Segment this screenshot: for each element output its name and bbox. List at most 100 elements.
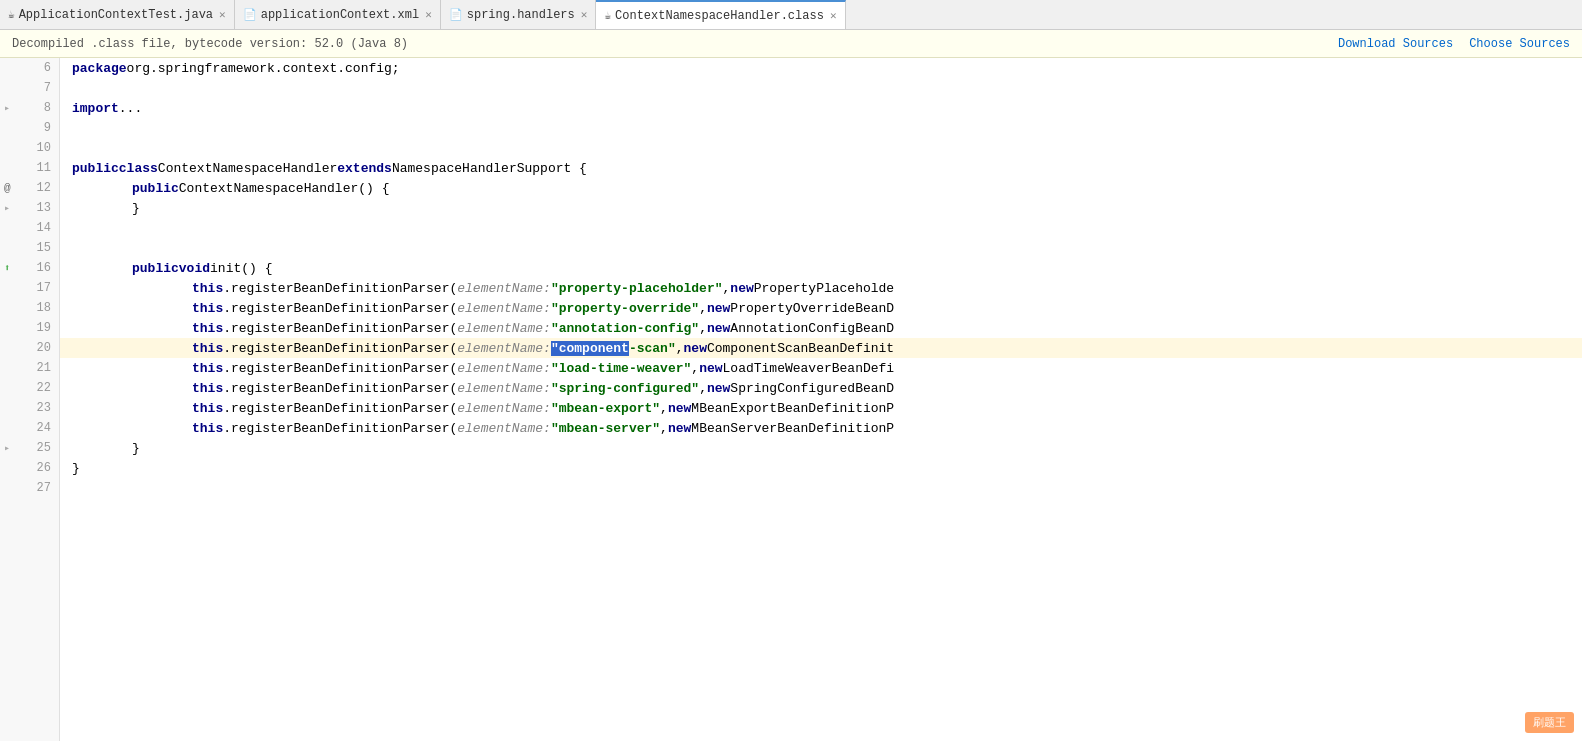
token: new bbox=[707, 381, 730, 396]
tab-app-context-xml[interactable]: 📄 applicationContext.xml ✕ bbox=[235, 0, 441, 30]
code-line bbox=[60, 238, 1582, 258]
code-line bbox=[60, 478, 1582, 498]
token: new bbox=[699, 361, 722, 376]
token: this bbox=[192, 281, 223, 296]
token: new bbox=[707, 301, 730, 316]
selected-token: "component bbox=[551, 341, 629, 356]
close-icon[interactable]: ✕ bbox=[425, 8, 432, 21]
token: -scan" bbox=[629, 341, 676, 356]
token: .registerBeanDefinitionParser( bbox=[223, 321, 457, 336]
line-numbers: 67▸891011@12▸131415⬆161718192021222324▸2… bbox=[0, 58, 60, 741]
token: init() { bbox=[210, 261, 272, 276]
line-number: 19 bbox=[0, 318, 59, 338]
line-number: 9 bbox=[0, 118, 59, 138]
token: "mbean-server" bbox=[551, 421, 660, 436]
code-line: this.registerBeanDefinitionParser(elemen… bbox=[60, 278, 1582, 298]
tab-context-namespace[interactable]: ☕ ContextNamespaceHandler.class ✕ bbox=[596, 0, 845, 30]
code-line: import ... bbox=[60, 98, 1582, 118]
tab-label: ApplicationContextTest.java bbox=[19, 8, 213, 22]
token: .registerBeanDefinitionParser( bbox=[223, 361, 457, 376]
token: this bbox=[192, 401, 223, 416]
code-line: package org.springframework.context.conf… bbox=[60, 58, 1582, 78]
source-links: Download Sources Choose Sources bbox=[1338, 37, 1570, 51]
close-icon[interactable]: ✕ bbox=[219, 8, 226, 21]
tab-label: spring.handlers bbox=[467, 8, 575, 22]
token: "annotation-config" bbox=[551, 321, 699, 336]
line-number: ⬆16 bbox=[0, 258, 59, 278]
tab-app-context-test[interactable]: ☕ ApplicationContextTest.java ✕ bbox=[0, 0, 235, 30]
java-icon: ☕ bbox=[8, 8, 15, 21]
code-area: 67▸891011@12▸131415⬆161718192021222324▸2… bbox=[0, 58, 1582, 741]
tab-label: ContextNamespaceHandler.class bbox=[615, 9, 824, 23]
code-content[interactable]: package org.springframework.context.conf… bbox=[60, 58, 1582, 741]
token: .registerBeanDefinitionParser( bbox=[223, 281, 457, 296]
line-number: 17 bbox=[0, 278, 59, 298]
code-line: public void init() { bbox=[60, 258, 1582, 278]
code-line: } bbox=[60, 438, 1582, 458]
token: } bbox=[132, 441, 140, 456]
line-number: 7 bbox=[0, 78, 59, 98]
token: .registerBeanDefinitionParser( bbox=[223, 401, 457, 416]
code-line: this.registerBeanDefinitionParser(elemen… bbox=[60, 338, 1582, 358]
close-icon[interactable]: ✕ bbox=[581, 8, 588, 21]
token: public bbox=[132, 181, 179, 196]
token: org.springframework.context.config; bbox=[127, 61, 400, 76]
line-number: 10 bbox=[0, 138, 59, 158]
token: new bbox=[684, 341, 707, 356]
tab-spring-handlers[interactable]: 📄 spring.handlers ✕ bbox=[441, 0, 597, 30]
token: , bbox=[699, 301, 707, 316]
line-number: 11 bbox=[0, 158, 59, 178]
token: elementName: bbox=[457, 321, 551, 336]
token: .registerBeanDefinitionParser( bbox=[223, 381, 457, 396]
token: MBeanServerBeanDefinitionP bbox=[691, 421, 894, 436]
token: , bbox=[660, 421, 668, 436]
download-sources-link[interactable]: Download Sources bbox=[1338, 37, 1453, 51]
line-number: 18 bbox=[0, 298, 59, 318]
token: elementName: bbox=[457, 281, 551, 296]
token: ... bbox=[119, 101, 142, 116]
line-number: ▸8 bbox=[0, 98, 59, 118]
token: PropertyPlaceholde bbox=[754, 281, 894, 296]
decompile-info: Decompiled .class file, bytecode version… bbox=[12, 37, 408, 51]
choose-sources-link[interactable]: Choose Sources bbox=[1469, 37, 1570, 51]
token: "mbean-export" bbox=[551, 401, 660, 416]
token: ContextNamespaceHandler() { bbox=[179, 181, 390, 196]
fold-icon: ▸ bbox=[4, 202, 10, 214]
line-number: 27 bbox=[0, 478, 59, 498]
token: elementName: bbox=[457, 301, 551, 316]
line-number: 21 bbox=[0, 358, 59, 378]
line-number: ▸25 bbox=[0, 438, 59, 458]
tab-label: applicationContext.xml bbox=[261, 8, 419, 22]
close-icon[interactable]: ✕ bbox=[830, 9, 837, 22]
token: elementName: bbox=[457, 401, 551, 416]
token: ComponentScanBeanDefinit bbox=[707, 341, 894, 356]
token: elementName: bbox=[457, 361, 551, 376]
token: void bbox=[179, 261, 210, 276]
xml-icon: 📄 bbox=[243, 8, 257, 21]
token: new bbox=[707, 321, 730, 336]
token: this bbox=[192, 341, 223, 356]
token: import bbox=[72, 101, 119, 116]
code-line: this.registerBeanDefinitionParser(elemen… bbox=[60, 378, 1582, 398]
token: "property-override" bbox=[551, 301, 699, 316]
code-line bbox=[60, 138, 1582, 158]
token: "property-placeholder" bbox=[551, 281, 723, 296]
tab-bar: ☕ ApplicationContextTest.java ✕ 📄 applic… bbox=[0, 0, 1582, 30]
line-number: 14 bbox=[0, 218, 59, 238]
token: SpringConfiguredBeanD bbox=[730, 381, 894, 396]
token: elementName: bbox=[457, 381, 551, 396]
token: elementName: bbox=[457, 421, 551, 436]
class-icon: ☕ bbox=[604, 9, 611, 22]
token: this bbox=[192, 361, 223, 376]
code-line bbox=[60, 78, 1582, 98]
token: .registerBeanDefinitionParser( bbox=[223, 341, 457, 356]
token: extends bbox=[337, 161, 392, 176]
token: } bbox=[132, 201, 140, 216]
line-number: 24 bbox=[0, 418, 59, 438]
token: this bbox=[192, 421, 223, 436]
token: "spring-configured" bbox=[551, 381, 699, 396]
token: AnnotationConfigBeanD bbox=[730, 321, 894, 336]
code-line: public class ContextNamespaceHandler ext… bbox=[60, 158, 1582, 178]
token: new bbox=[730, 281, 753, 296]
token: , bbox=[699, 381, 707, 396]
